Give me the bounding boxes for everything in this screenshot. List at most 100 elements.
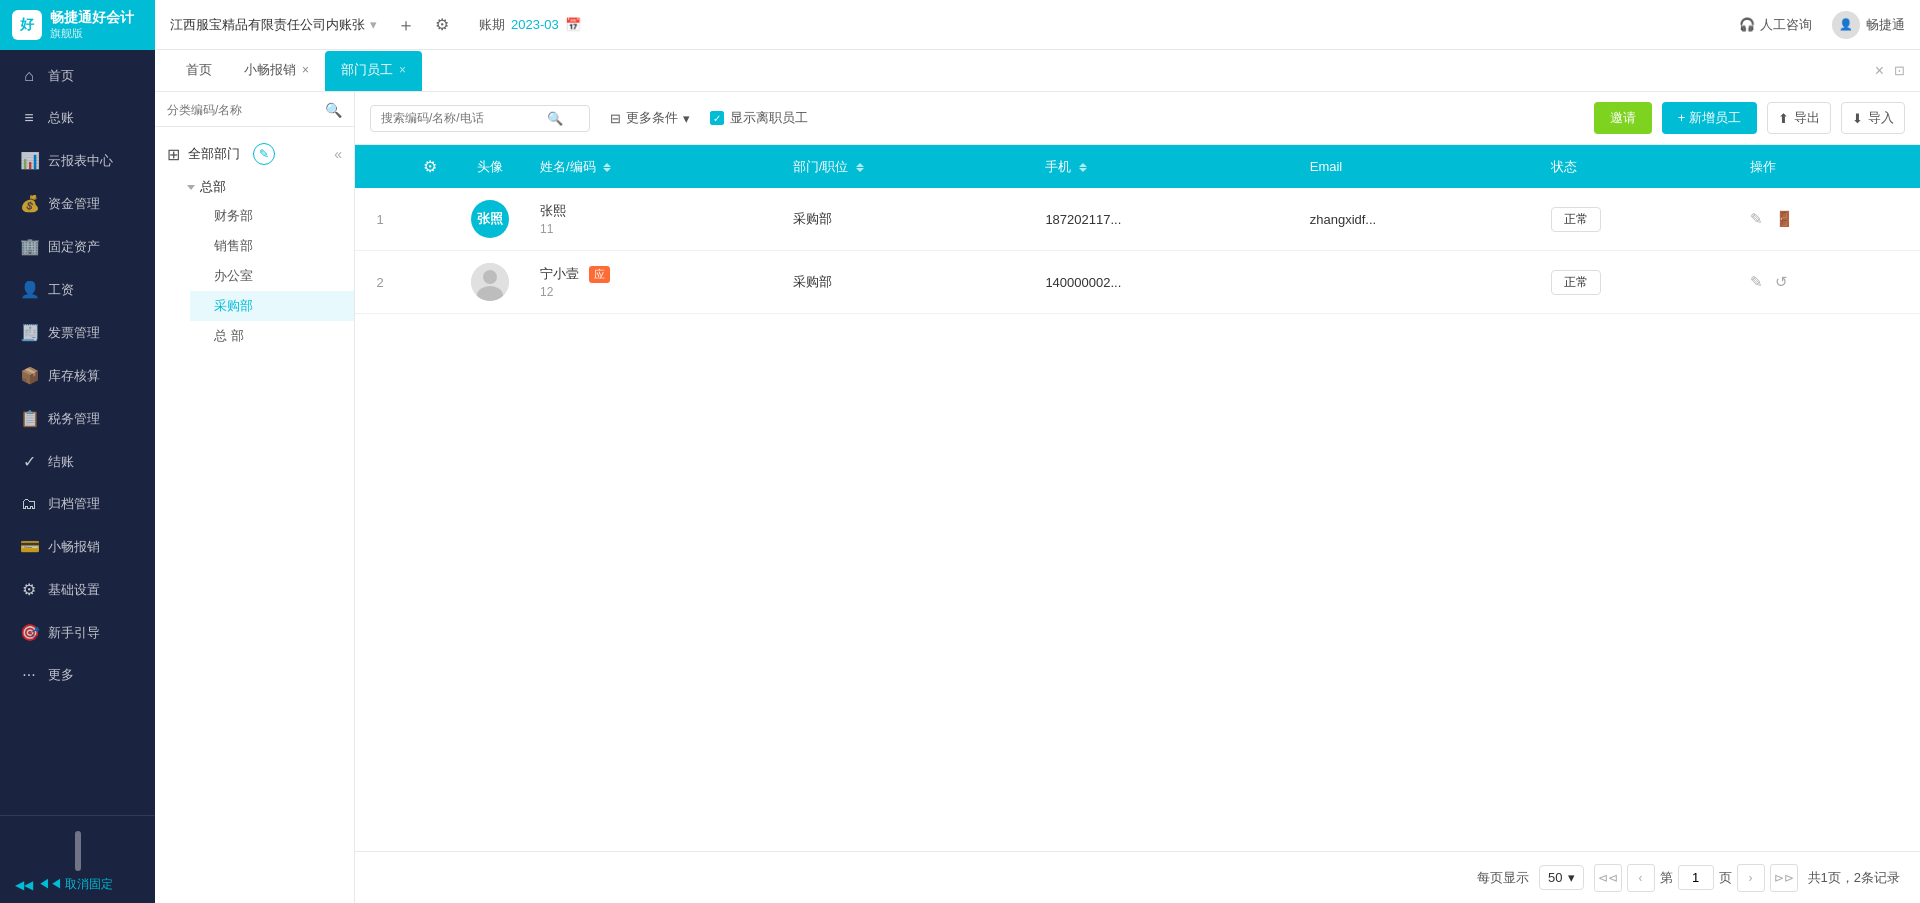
col-status: 状态: [1536, 145, 1736, 188]
table-row: 1 张照 张熙 11 采购部: [355, 188, 1920, 251]
sidebar-item-guide[interactable]: 🎯 新手引导: [0, 611, 155, 654]
sidebar-item-invoice[interactable]: 🧾 发票管理: [0, 311, 155, 354]
row-email-cell: zhangxidf...: [1295, 188, 1536, 251]
dept-sort-icon: [856, 163, 864, 172]
row-status-cell: 正常: [1536, 188, 1736, 251]
dept-item-office[interactable]: 办公室: [190, 261, 354, 291]
col-name-code[interactable]: 姓名/编码: [525, 145, 778, 188]
tab-expense-close[interactable]: ×: [302, 63, 309, 77]
employee-code: 12: [540, 285, 610, 299]
invite-button[interactable]: 邀请: [1594, 102, 1652, 134]
more-filters-button[interactable]: ⊟ 更多条件 ▾: [602, 104, 698, 132]
sidebar-item-label: 总账: [48, 109, 74, 127]
employee-name: 张熙: [540, 202, 763, 220]
show-resigned-checkbox[interactable]: ✓ 显示离职员工: [710, 109, 808, 127]
tab-expense-label: 小畅报销: [244, 61, 296, 79]
expand-icon[interactable]: ⊡: [1894, 63, 1905, 78]
prev-page-button[interactable]: ‹: [1627, 864, 1655, 892]
sidebar-item-ledger[interactable]: ≡ 总账: [0, 97, 155, 139]
company-selector[interactable]: 江西服宝精品有限责任公司内账张 ▾: [170, 16, 377, 34]
delete-employee-button[interactable]: ↺: [1775, 273, 1788, 291]
cancel-fixed-button[interactable]: ◀◀ ◀◀ 取消固定: [15, 876, 140, 893]
sidebar-item-funds[interactable]: 💰 资金管理: [0, 182, 155, 225]
sidebar-item-archive[interactable]: 🗂 归档管理: [0, 483, 155, 525]
add-tab-button[interactable]: ＋: [392, 13, 420, 37]
svg-point-1: [483, 270, 497, 284]
page-input[interactable]: [1678, 865, 1714, 890]
col-dept-position[interactable]: 部门/职位: [778, 145, 1031, 188]
calendar-icon[interactable]: 📅: [565, 17, 581, 32]
user-menu[interactable]: 👤 畅捷通: [1832, 11, 1905, 39]
settings-icon: ⚙: [20, 580, 38, 599]
col-avatar: 头像: [455, 145, 525, 188]
edit-employee-button[interactable]: ✎: [1750, 273, 1763, 291]
sidebar-item-label: 首页: [48, 67, 74, 85]
sidebar-item-salary[interactable]: 👤 工资: [0, 268, 155, 311]
pending-tag: 应: [589, 266, 610, 283]
row-name-code-cell: 宁小壹 应 12: [525, 251, 778, 314]
table-row: 2: [355, 251, 1920, 314]
funds-icon: 💰: [20, 194, 38, 213]
sidebar-item-label: 新手引导: [48, 624, 100, 642]
close-tab-icon[interactable]: ×: [1875, 62, 1884, 80]
tab-home[interactable]: 首页: [170, 51, 228, 91]
tab-expense[interactable]: 小畅报销 ×: [228, 51, 325, 91]
sidebar-item-inventory[interactable]: 📦 库存核算: [0, 354, 155, 397]
dept-search-input[interactable]: [167, 103, 325, 117]
sidebar-item-tax[interactable]: 📋 税务管理: [0, 397, 155, 440]
per-page-select[interactable]: 50 ▾: [1539, 865, 1583, 890]
employee-search-input[interactable]: [381, 111, 541, 125]
collapse-panel-button[interactable]: «: [334, 146, 342, 162]
dept-item-headquarters[interactable]: 总 部: [190, 321, 354, 351]
import-icon: ⬇: [1852, 111, 1863, 126]
tab-employees[interactable]: 部门员工 ×: [325, 51, 422, 91]
leave-employee-button[interactable]: 🚪: [1775, 210, 1794, 228]
first-page-button[interactable]: ⊲⊲: [1594, 864, 1622, 892]
page-navigation: ⊲⊲ ‹ 第 页 › ⊳⊳: [1594, 864, 1798, 892]
last-page-button[interactable]: ⊳⊳: [1770, 864, 1798, 892]
sidebar-item-assets[interactable]: 🏢 固定资产: [0, 225, 155, 268]
status-badge: 正常: [1551, 270, 1601, 295]
edit-employee-button[interactable]: ✎: [1750, 210, 1763, 228]
add-employee-button[interactable]: + 新增员工: [1662, 102, 1757, 134]
col-phone[interactable]: 手机: [1030, 145, 1294, 188]
employee-code: 11: [540, 222, 763, 236]
dept-item-purchasing[interactable]: 采购部: [190, 291, 354, 321]
tab-employees-close[interactable]: ×: [399, 63, 406, 77]
sidebar-item-expense[interactable]: 💳 小畅报销: [0, 525, 155, 568]
avatar-icon: 👤: [1839, 18, 1853, 31]
employee-search-icon[interactable]: 🔍: [547, 111, 563, 126]
employee-table: ⚙ 头像 姓名/编码 部门/职位: [355, 145, 1920, 314]
dept-search-icon[interactable]: 🔍: [325, 102, 342, 118]
inventory-icon: 📦: [20, 366, 38, 385]
next-page-button[interactable]: ›: [1737, 864, 1765, 892]
export-button[interactable]: ⬆ 导出: [1767, 102, 1831, 134]
more-filters-label: 更多条件: [626, 109, 678, 127]
dept-item-finance[interactable]: 财务部: [190, 201, 354, 231]
home-icon: ⌂: [20, 67, 38, 85]
total-records-label: 共1页，2条记录: [1808, 869, 1900, 887]
sidebar-item-more[interactable]: ··· 更多: [0, 654, 155, 696]
row-actions-cell: ✎ 🚪: [1735, 188, 1920, 251]
import-label: 导入: [1868, 109, 1894, 127]
col-settings[interactable]: ⚙: [405, 145, 455, 188]
per-page-dropdown-icon: ▾: [1568, 870, 1575, 885]
employee-name: 宁小壹: [540, 265, 579, 283]
salary-icon: 👤: [20, 280, 38, 299]
row-settings-cell: [405, 251, 455, 314]
avatar: 👤: [1832, 11, 1860, 39]
all-departments-item[interactable]: ⊞ 全部部门 ✎ «: [155, 135, 354, 173]
dept-item-sales[interactable]: 销售部: [190, 231, 354, 261]
sidebar-item-checkout[interactable]: ✓ 结账: [0, 440, 155, 483]
sidebar-item-settings[interactable]: ⚙ 基础设置: [0, 568, 155, 611]
import-button[interactable]: ⬇ 导入: [1841, 102, 1905, 134]
edit-department-button[interactable]: ✎: [253, 143, 275, 165]
sidebar-item-home[interactable]: ⌂ 首页: [0, 55, 155, 97]
topbar-settings-icon[interactable]: ⚙: [435, 15, 449, 34]
customer-service-button[interactable]: 🎧 人工咨询: [1739, 16, 1812, 34]
row-avatar-cell: [455, 251, 525, 314]
tabs-actions: × ⊡: [1875, 62, 1905, 80]
sidebar-item-label: 资金管理: [48, 195, 100, 213]
dept-search-box: 🔍: [155, 102, 354, 127]
sidebar-item-reports[interactable]: 📊 云报表中心: [0, 139, 155, 182]
